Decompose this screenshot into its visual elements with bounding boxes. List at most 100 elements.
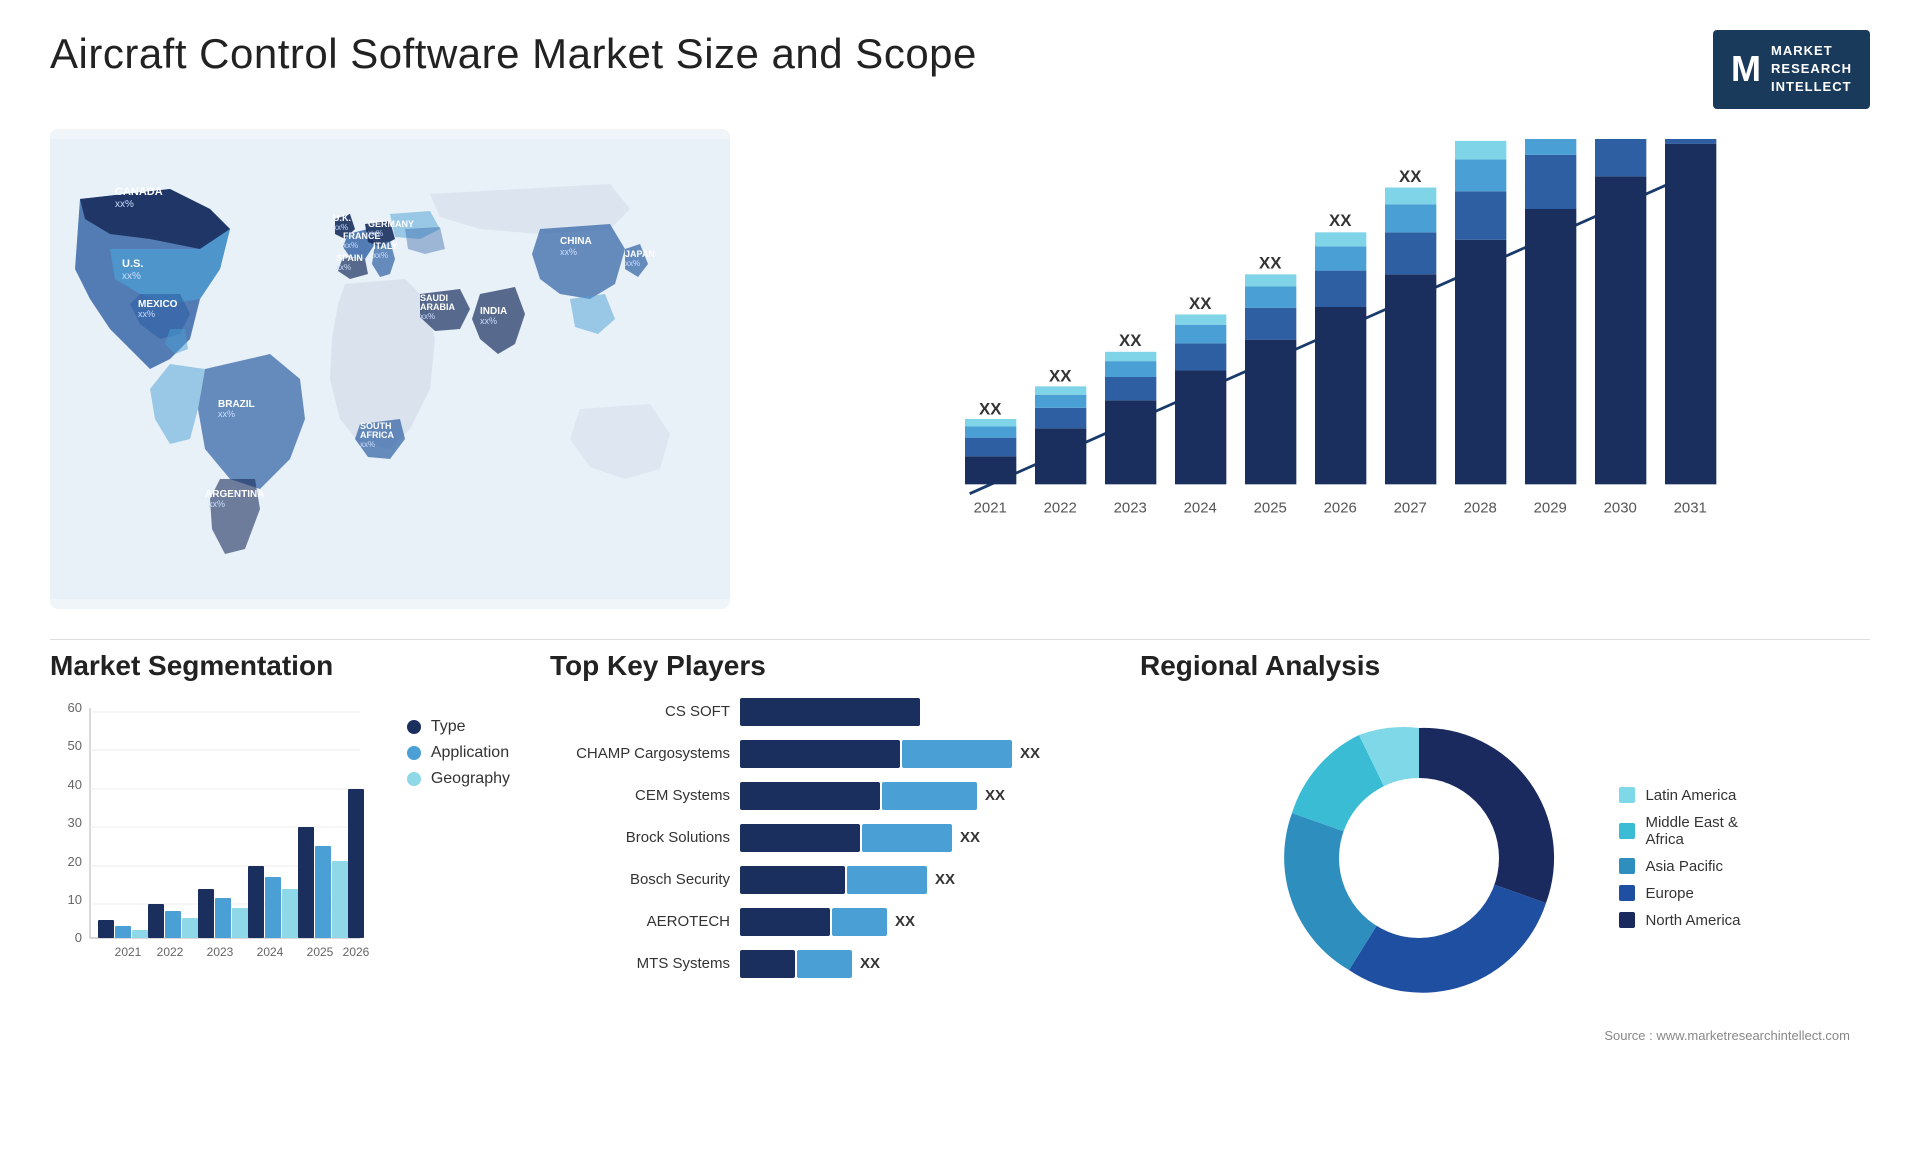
svg-text:xx%: xx% bbox=[115, 199, 134, 210]
svg-text:XX: XX bbox=[1189, 293, 1212, 312]
svg-text:SPAIN: SPAIN bbox=[336, 253, 363, 263]
svg-text:xx%: xx% bbox=[138, 309, 155, 319]
legend-geography: Geography bbox=[407, 770, 510, 788]
logo-icon: M bbox=[1731, 48, 1761, 90]
player-bar: XX bbox=[740, 782, 1100, 810]
svg-text:ARABIA: ARABIA bbox=[420, 302, 455, 312]
bar-seg-dark bbox=[740, 782, 880, 810]
top-key-players: Top Key Players CS SOFT CHAMP Cargosyste… bbox=[550, 650, 1100, 1130]
player-row-champ: CHAMP Cargosystems XX bbox=[550, 740, 1100, 768]
svg-text:ITALY: ITALY bbox=[373, 241, 398, 251]
player-bar: XX bbox=[740, 866, 1100, 894]
legend-north-america: North America bbox=[1619, 912, 1740, 929]
regional-analysis: Regional Analysis bbox=[1140, 650, 1870, 1130]
svg-text:XX: XX bbox=[1259, 253, 1282, 272]
svg-text:2030: 2030 bbox=[1604, 499, 1637, 516]
svg-text:2028: 2028 bbox=[1464, 499, 1497, 516]
svg-text:XX: XX bbox=[979, 399, 1002, 418]
geography-dot bbox=[407, 772, 421, 786]
player-row-aerotech: AEROTECH XX bbox=[550, 908, 1100, 936]
player-bar-stack bbox=[740, 740, 1012, 768]
svg-text:2031: 2031 bbox=[1674, 499, 1707, 516]
bar-seg-mid bbox=[862, 824, 952, 852]
svg-text:2026: 2026 bbox=[1324, 499, 1357, 516]
player-name: CEM Systems bbox=[550, 787, 730, 804]
svg-text:10: 10 bbox=[68, 892, 82, 907]
svg-text:AFRICA: AFRICA bbox=[360, 430, 394, 440]
world-map: CANADA xx% U.S. xx% MEXICO xx% BRAZIL xx… bbox=[50, 129, 730, 609]
svg-text:2024: 2024 bbox=[257, 945, 284, 959]
player-row-bosch: Bosch Security XX bbox=[550, 866, 1100, 894]
bar-chart: XX 2021 XX 2022 XX 2023 bbox=[760, 129, 1870, 609]
svg-text:40: 40 bbox=[68, 777, 82, 792]
header: Aircraft Control Software Market Size an… bbox=[50, 30, 1870, 109]
player-xx: XX bbox=[895, 913, 915, 930]
svg-text:XX: XX bbox=[1049, 366, 1072, 385]
player-bar-stack bbox=[740, 824, 952, 852]
legend-type: Type bbox=[407, 718, 510, 736]
logo-text: MARKET RESEARCH INTELLECT bbox=[1771, 42, 1852, 97]
svg-text:xx%: xx% bbox=[336, 263, 351, 272]
regional-legend: Latin America Middle East &Africa Asia P… bbox=[1619, 787, 1740, 929]
source-text: Source : www.marketresearchintellect.com bbox=[1604, 1028, 1870, 1043]
svg-text:xx%: xx% bbox=[420, 312, 435, 321]
player-bar: XX bbox=[740, 824, 1100, 852]
divider bbox=[50, 639, 1870, 640]
donut-svg bbox=[1269, 708, 1569, 1008]
player-name: CS SOFT bbox=[550, 703, 730, 720]
svg-text:0: 0 bbox=[75, 930, 82, 945]
north-america-dot bbox=[1619, 912, 1635, 928]
type-dot bbox=[407, 720, 421, 734]
svg-text:CANADA: CANADA bbox=[115, 186, 163, 198]
player-row-cssoft: CS SOFT bbox=[550, 698, 1100, 726]
svg-text:2029: 2029 bbox=[1534, 499, 1567, 516]
latin-america-dot bbox=[1619, 787, 1635, 803]
svg-text:JAPAN: JAPAN bbox=[625, 249, 655, 259]
bar-seg-dark bbox=[740, 908, 830, 936]
bar-seg-mid bbox=[832, 908, 887, 936]
segmentation-legend: Type Application Geography bbox=[407, 718, 510, 788]
player-name: AEROTECH bbox=[550, 913, 730, 930]
segmentation-chart: 60 50 40 30 20 10 0 bbox=[50, 698, 370, 978]
svg-text:XX: XX bbox=[1119, 331, 1142, 350]
svg-text:2026: 2026 bbox=[343, 945, 370, 959]
regional-bottom: Latin America Middle East &Africa Asia P… bbox=[1269, 708, 1740, 1008]
player-row-cem: CEM Systems XX bbox=[550, 782, 1100, 810]
player-bar-stack bbox=[740, 866, 927, 894]
legend-europe: Europe bbox=[1619, 885, 1740, 902]
svg-text:2023: 2023 bbox=[207, 945, 234, 959]
svg-text:CHINA: CHINA bbox=[560, 236, 592, 247]
svg-text:30: 30 bbox=[68, 815, 82, 830]
svg-text:2021: 2021 bbox=[974, 499, 1007, 516]
player-xx: XX bbox=[935, 871, 955, 888]
players-title: Top Key Players bbox=[550, 650, 1100, 682]
svg-text:XX: XX bbox=[1399, 166, 1422, 185]
player-name: CHAMP Cargosystems bbox=[550, 745, 730, 762]
bottom-section: Market Segmentation 60 50 40 30 20 bbox=[50, 650, 1870, 1130]
bar-seg-mid bbox=[797, 950, 852, 978]
legend-application: Application bbox=[407, 744, 510, 762]
svg-text:2025: 2025 bbox=[1254, 499, 1287, 516]
middle-east-dot bbox=[1619, 823, 1635, 839]
svg-text:xx%: xx% bbox=[360, 440, 375, 449]
svg-text:50: 50 bbox=[68, 738, 82, 753]
bar-seg-mid bbox=[882, 782, 977, 810]
player-bar bbox=[740, 698, 1100, 726]
player-bar: XX bbox=[740, 950, 1100, 978]
legend-middle-east: Middle East &Africa bbox=[1619, 814, 1740, 848]
player-bar-stack bbox=[740, 950, 852, 978]
asia-pacific-dot bbox=[1619, 858, 1635, 874]
map-svg: CANADA xx% U.S. xx% MEXICO xx% BRAZIL xx… bbox=[50, 129, 730, 609]
bar-seg-dark bbox=[740, 698, 920, 726]
svg-text:2025: 2025 bbox=[307, 945, 334, 959]
svg-text:2024: 2024 bbox=[1184, 499, 1217, 516]
bar-seg-mid bbox=[847, 866, 927, 894]
player-name: Brock Solutions bbox=[550, 829, 730, 846]
svg-text:2023: 2023 bbox=[1114, 499, 1147, 516]
svg-text:xx%: xx% bbox=[343, 241, 358, 250]
donut-chart bbox=[1269, 708, 1569, 1008]
player-row-brock: Brock Solutions XX bbox=[550, 824, 1100, 852]
europe-dot bbox=[1619, 885, 1635, 901]
svg-text:xx%: xx% bbox=[560, 247, 577, 257]
player-xx: XX bbox=[860, 955, 880, 972]
